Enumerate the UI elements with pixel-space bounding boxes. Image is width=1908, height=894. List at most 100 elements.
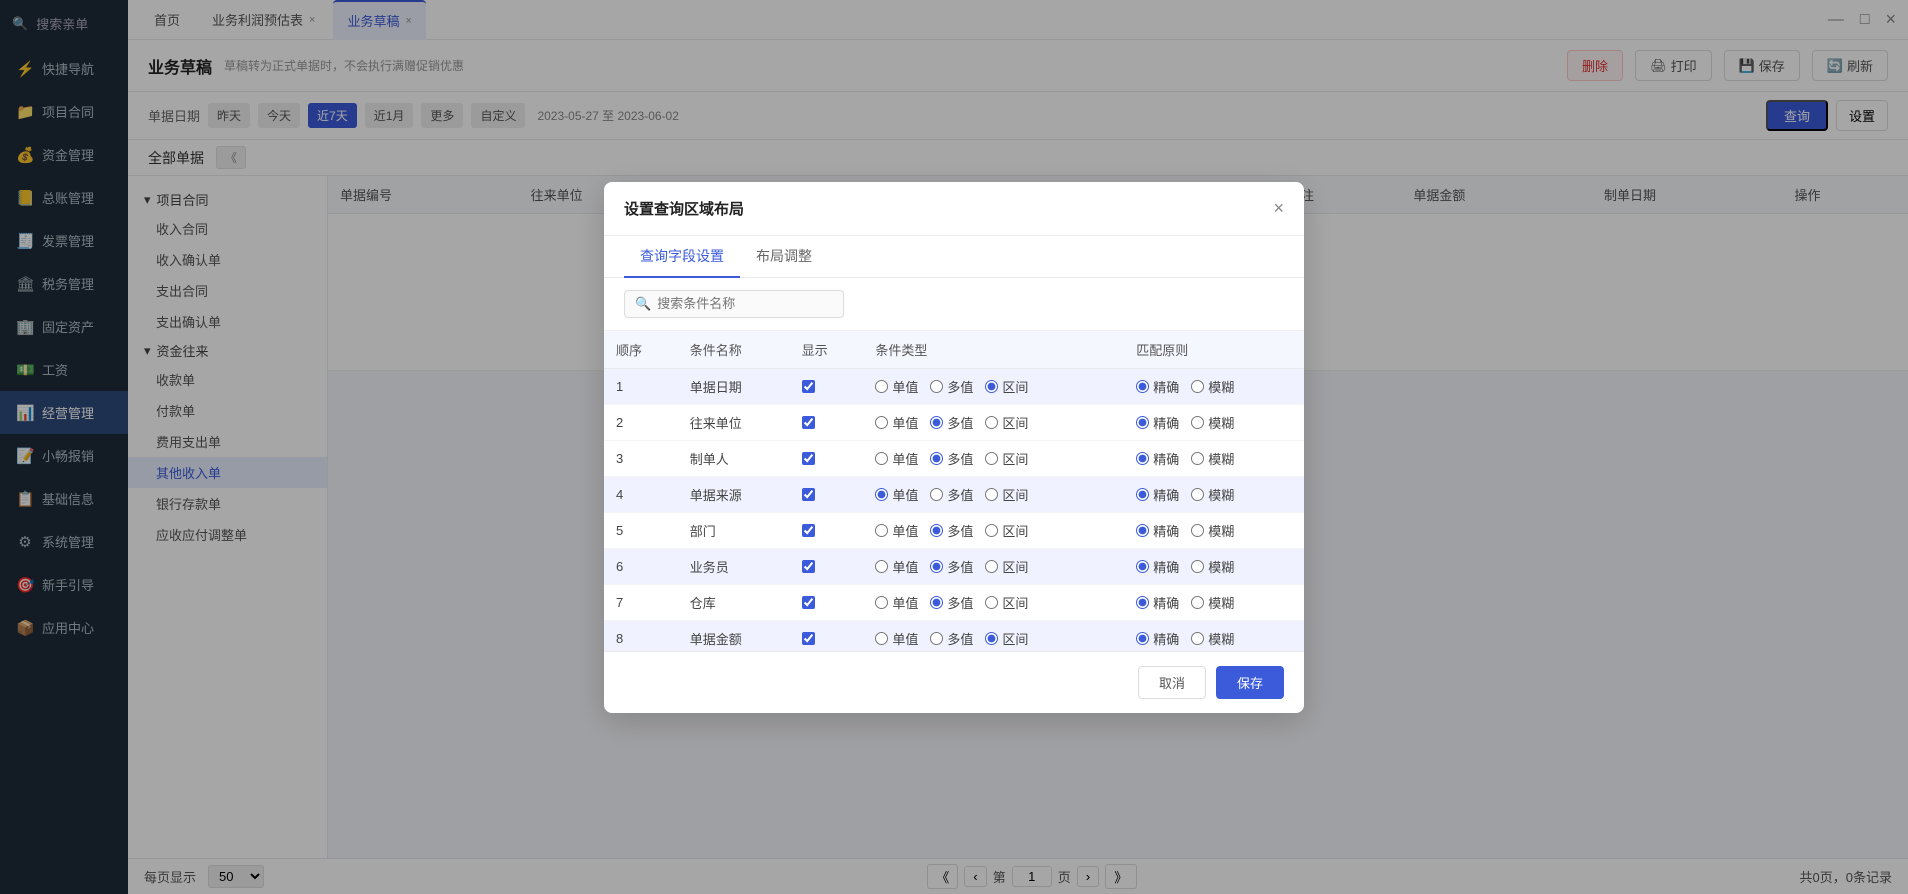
radio-type-多值[interactable]: 多值 bbox=[930, 377, 973, 396]
radio-match-模糊[interactable]: 模糊 bbox=[1191, 521, 1234, 540]
modal-tabs: 查询字段设置 布局调整 bbox=[604, 236, 1304, 278]
radio-type-区间[interactable]: 区间 bbox=[985, 413, 1028, 432]
row-match-cell: 精确模糊 bbox=[1124, 548, 1304, 584]
radio-type-单值[interactable]: 单值 bbox=[875, 413, 918, 432]
modal-title: 设置查询区域布局 bbox=[624, 198, 744, 219]
modal-col-match: 匹配原则 bbox=[1124, 331, 1304, 369]
modal-footer: 取消 保存 bbox=[604, 651, 1304, 713]
modal-overlay: 设置查询区域布局 × 查询字段设置 布局调整 🔍 顺序 条件名称 显示 条件类型 bbox=[0, 0, 1908, 894]
modal-search-input[interactable] bbox=[657, 296, 833, 311]
radio-match-精确[interactable]: 精确 bbox=[1136, 593, 1179, 612]
row-match-cell: 精确模糊 bbox=[1124, 620, 1304, 651]
radio-match-模糊[interactable]: 模糊 bbox=[1191, 413, 1234, 432]
modal-table-row: 3制单人单值多值区间精确模糊 bbox=[604, 440, 1304, 476]
row-condition-name: 单据日期 bbox=[678, 368, 790, 404]
modal-search-wrap: 🔍 bbox=[624, 290, 844, 318]
radio-type-多值[interactable]: 多值 bbox=[930, 449, 973, 468]
row-index: 2 bbox=[604, 404, 678, 440]
radio-type-单值[interactable]: 单值 bbox=[875, 557, 918, 576]
row-type-cell: 单值多值区间 bbox=[863, 620, 1124, 651]
modal-table: 顺序 条件名称 显示 条件类型 匹配原则 1单据日期单值多值区间精确模糊2往来单… bbox=[604, 331, 1304, 651]
row-show-checkbox[interactable] bbox=[802, 488, 815, 501]
row-index: 6 bbox=[604, 548, 678, 584]
radio-match-模糊[interactable]: 模糊 bbox=[1191, 449, 1234, 468]
radio-type-区间[interactable]: 区间 bbox=[985, 557, 1028, 576]
row-show-cell bbox=[790, 548, 864, 584]
radio-type-单值[interactable]: 单值 bbox=[875, 449, 918, 468]
row-show-checkbox[interactable] bbox=[802, 416, 815, 429]
modal-table-row: 8单据金额单值多值区间精确模糊 bbox=[604, 620, 1304, 651]
modal-table-wrap: 顺序 条件名称 显示 条件类型 匹配原则 1单据日期单值多值区间精确模糊2往来单… bbox=[604, 331, 1304, 651]
row-index: 1 bbox=[604, 368, 678, 404]
row-match-cell: 精确模糊 bbox=[1124, 512, 1304, 548]
modal-save-btn[interactable]: 保存 bbox=[1216, 666, 1284, 699]
radio-match-精确[interactable]: 精确 bbox=[1136, 449, 1179, 468]
radio-type-多值[interactable]: 多值 bbox=[930, 485, 973, 504]
radio-type-区间[interactable]: 区间 bbox=[985, 377, 1028, 396]
modal-table-row: 5部门单值多值区间精确模糊 bbox=[604, 512, 1304, 548]
modal-col-name: 条件名称 bbox=[678, 331, 790, 369]
row-show-checkbox[interactable] bbox=[802, 560, 815, 573]
modal-table-row: 7仓库单值多值区间精确模糊 bbox=[604, 584, 1304, 620]
radio-type-单值[interactable]: 单值 bbox=[875, 593, 918, 612]
radio-type-区间[interactable]: 区间 bbox=[985, 521, 1028, 540]
row-show-checkbox[interactable] bbox=[802, 632, 815, 645]
radio-match-精确[interactable]: 精确 bbox=[1136, 629, 1179, 648]
modal-tab-layout[interactable]: 布局调整 bbox=[740, 236, 828, 278]
row-show-checkbox[interactable] bbox=[802, 596, 815, 609]
modal-col-type: 条件类型 bbox=[863, 331, 1124, 369]
radio-match-模糊[interactable]: 模糊 bbox=[1191, 377, 1234, 396]
row-match-cell: 精确模糊 bbox=[1124, 476, 1304, 512]
search-icon-modal: 🔍 bbox=[635, 296, 651, 312]
radio-type-单值[interactable]: 单值 bbox=[875, 629, 918, 648]
radio-type-多值[interactable]: 多值 bbox=[930, 557, 973, 576]
modal-table-row: 2往来单位单值多值区间精确模糊 bbox=[604, 404, 1304, 440]
row-show-checkbox[interactable] bbox=[802, 524, 815, 537]
modal-header: 设置查询区域布局 × bbox=[604, 182, 1304, 236]
radio-match-模糊[interactable]: 模糊 bbox=[1191, 629, 1234, 648]
row-condition-name: 单据来源 bbox=[678, 476, 790, 512]
radio-type-单值[interactable]: 单值 bbox=[875, 377, 918, 396]
row-type-cell: 单值多值区间 bbox=[863, 584, 1124, 620]
row-show-checkbox[interactable] bbox=[802, 452, 815, 465]
radio-type-区间[interactable]: 区间 bbox=[985, 593, 1028, 612]
radio-type-区间[interactable]: 区间 bbox=[985, 485, 1028, 504]
row-condition-name: 业务员 bbox=[678, 548, 790, 584]
modal-search-area: 🔍 bbox=[604, 278, 1304, 331]
row-condition-name: 部门 bbox=[678, 512, 790, 548]
radio-type-多值[interactable]: 多值 bbox=[930, 629, 973, 648]
row-index: 4 bbox=[604, 476, 678, 512]
radio-match-精确[interactable]: 精确 bbox=[1136, 377, 1179, 396]
row-show-checkbox[interactable] bbox=[802, 380, 815, 393]
modal-cancel-btn[interactable]: 取消 bbox=[1138, 666, 1206, 699]
row-condition-name: 制单人 bbox=[678, 440, 790, 476]
radio-match-精确[interactable]: 精确 bbox=[1136, 413, 1179, 432]
row-type-cell: 单值多值区间 bbox=[863, 476, 1124, 512]
radio-type-区间[interactable]: 区间 bbox=[985, 449, 1028, 468]
radio-type-区间[interactable]: 区间 bbox=[985, 629, 1028, 648]
row-show-cell bbox=[790, 476, 864, 512]
row-match-cell: 精确模糊 bbox=[1124, 368, 1304, 404]
row-index: 8 bbox=[604, 620, 678, 651]
row-show-cell bbox=[790, 620, 864, 651]
radio-match-精确[interactable]: 精确 bbox=[1136, 557, 1179, 576]
row-show-cell bbox=[790, 368, 864, 404]
modal-close-btn[interactable]: × bbox=[1273, 198, 1284, 219]
row-show-cell bbox=[790, 440, 864, 476]
radio-type-多值[interactable]: 多值 bbox=[930, 413, 973, 432]
radio-match-精确[interactable]: 精确 bbox=[1136, 521, 1179, 540]
row-condition-name: 单据金额 bbox=[678, 620, 790, 651]
row-condition-name: 仓库 bbox=[678, 584, 790, 620]
radio-match-模糊[interactable]: 模糊 bbox=[1191, 485, 1234, 504]
modal-table-row: 1单据日期 单值多值区间 精确模糊 bbox=[604, 368, 1304, 404]
radio-match-模糊[interactable]: 模糊 bbox=[1191, 593, 1234, 612]
radio-match-模糊[interactable]: 模糊 bbox=[1191, 557, 1234, 576]
radio-type-多值[interactable]: 多值 bbox=[930, 593, 973, 612]
row-match-cell: 精确模糊 bbox=[1124, 404, 1304, 440]
radio-type-单值[interactable]: 单值 bbox=[875, 485, 918, 504]
modal-tab-query-fields[interactable]: 查询字段设置 bbox=[624, 236, 740, 278]
radio-type-多值[interactable]: 多值 bbox=[930, 521, 973, 540]
radio-type-单值[interactable]: 单值 bbox=[875, 521, 918, 540]
radio-match-精确[interactable]: 精确 bbox=[1136, 485, 1179, 504]
row-type-cell: 单值多值区间 bbox=[863, 440, 1124, 476]
